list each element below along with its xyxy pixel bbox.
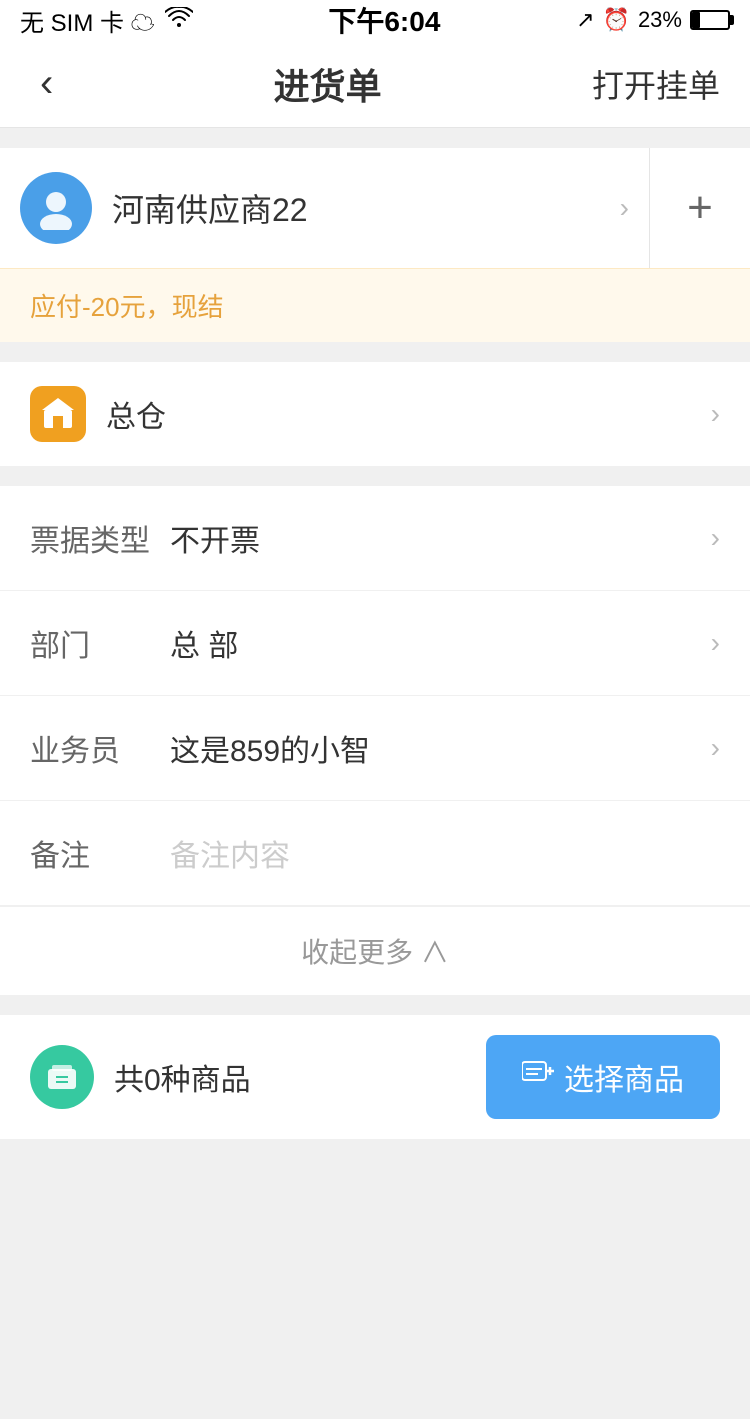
notice-bar: 应付-20元，现结 — [0, 268, 750, 342]
add-supplier-button[interactable]: + — [650, 148, 750, 268]
supplier-chevron-icon: › — [620, 192, 629, 224]
warehouse-name: 总仓 — [106, 392, 701, 436]
status-left: 无 SIM 卡 ☁ — [20, 3, 193, 38]
salesperson-row[interactable]: 业务员 这是859的小智 › — [0, 696, 750, 801]
supplier-name: 河南供应商22 — [112, 185, 610, 231]
department-value: 总 部 — [170, 621, 701, 665]
remark-input[interactable]: 备注内容 — [170, 831, 720, 875]
invoice-type-chevron-icon: › — [711, 522, 720, 554]
select-product-icon — [522, 1060, 554, 1095]
remark-row[interactable]: 备注 备注内容 — [0, 801, 750, 906]
department-chevron-icon: › — [711, 627, 720, 659]
divider-2 — [0, 466, 750, 486]
supplier-avatar — [20, 172, 92, 244]
supplier-row[interactable]: 河南供应商22 › — [0, 148, 650, 268]
battery-percent: 23% — [638, 7, 682, 33]
content: 河南供应商22 › + 应付-20元，现结 总仓 › 票据类型 不开票 › 部门 — [0, 148, 750, 1419]
salesperson-chevron-icon: › — [711, 732, 720, 764]
wifi-icon — [165, 6, 193, 34]
alarm-icon: ⏰ — [603, 7, 630, 33]
back-button[interactable]: ‹ — [30, 51, 63, 116]
supplier-section: 河南供应商22 › + — [0, 148, 750, 268]
page-title: 进货单 — [274, 58, 382, 110]
select-product-button[interactable]: 选择商品 — [486, 1035, 720, 1119]
status-right: ↗ ⏰ 23% — [576, 7, 730, 33]
product-count-label: 共0种商品 — [114, 1055, 486, 1099]
invoice-type-row[interactable]: 票据类型 不开票 › — [0, 486, 750, 591]
invoice-type-value: 不开票 — [170, 516, 701, 560]
select-product-label: 选择商品 — [564, 1055, 684, 1099]
product-icon-bg — [30, 1045, 94, 1109]
form-section: 票据类型 不开票 › 部门 总 部 › 业务员 这是859的小智 › 备注 备注… — [0, 486, 750, 995]
bottom-bar: 共0种商品 选择商品 — [0, 1015, 750, 1139]
divider-1 — [0, 342, 750, 362]
salesperson-value: 这是859的小智 — [170, 726, 701, 770]
collapse-toggle-button[interactable]: 收起更多 ∧ — [0, 906, 750, 995]
department-label: 部门 — [30, 621, 150, 665]
status-bar: 无 SIM 卡 ☁ 下午6:04 ↗ ⏰ 23% — [0, 0, 750, 40]
status-time: 下午6:04 — [328, 0, 440, 40]
location-icon: ↗ — [576, 7, 594, 33]
open-pending-button[interactable]: 打开挂单 — [592, 61, 720, 107]
battery-icon — [690, 10, 730, 30]
remark-label: 备注 — [30, 831, 150, 875]
warehouse-icon-bg — [30, 386, 86, 442]
salesperson-label: 业务员 — [30, 726, 150, 770]
empty-area — [0, 1139, 750, 1419]
warehouse-chevron-icon: › — [711, 398, 720, 430]
department-row[interactable]: 部门 总 部 › — [0, 591, 750, 696]
nav-bar: ‹ 进货单 打开挂单 — [0, 40, 750, 128]
invoice-type-label: 票据类型 — [30, 516, 150, 560]
sim-status: 无 SIM 卡 ☁ — [20, 3, 155, 38]
warehouse-row[interactable]: 总仓 › — [0, 362, 750, 466]
